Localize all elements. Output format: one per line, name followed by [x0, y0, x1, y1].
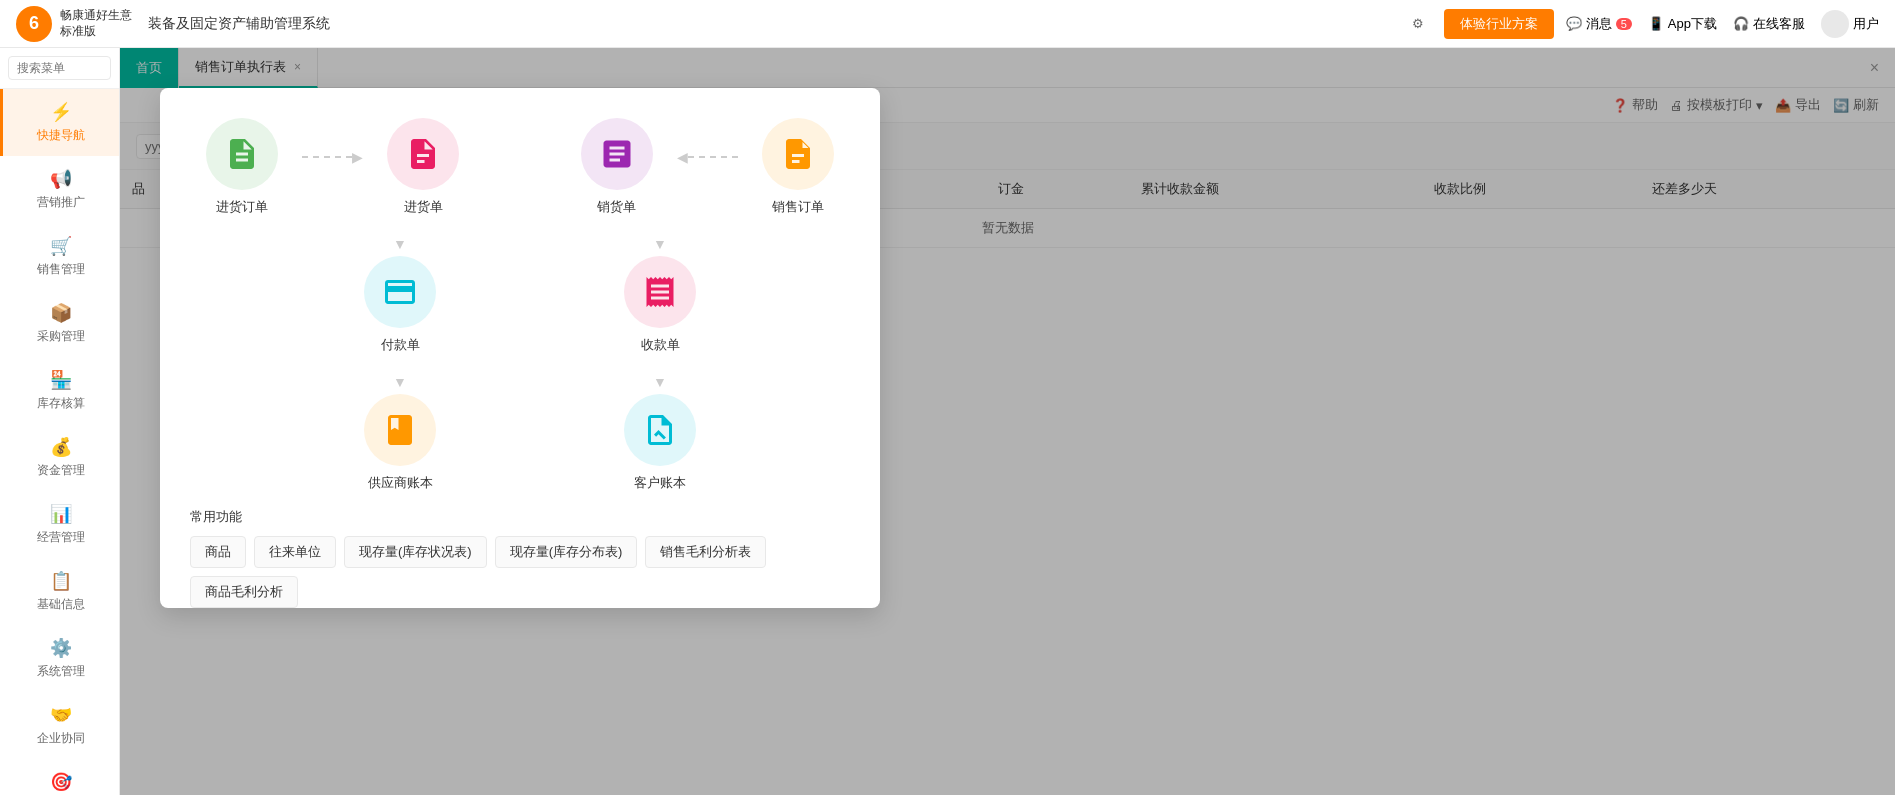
modal: 进货订单 ▶ 进货单: [160, 88, 880, 608]
sales-order-circle: [762, 118, 834, 190]
online-service-button[interactable]: 🎧 在线客服: [1733, 15, 1805, 33]
sidebar-item-label: 快捷导航: [37, 127, 85, 144]
sidebar: ⚡ 快捷导航 📢 营销推广 🛒 销售管理 📦 采购管理 🏪 库存核算 💰: [0, 48, 120, 795]
sidebar-item-operation[interactable]: 📊 经营管理: [0, 491, 119, 558]
receipt-circle: [624, 256, 696, 328]
flow-receipt[interactable]: 收款单: [590, 256, 730, 354]
sidebar-item-label: 营销推广: [37, 194, 85, 211]
flow-diagram: 进货订单 ▶ 进货单: [190, 118, 850, 492]
avatar: [1821, 10, 1849, 38]
flow-purchase-bill[interactable]: 进货单: [371, 118, 475, 216]
sidebar-item-label: 采购管理: [37, 328, 85, 345]
purchase-icon: 📦: [50, 302, 72, 324]
app-download-button[interactable]: 📱 App下载: [1648, 15, 1717, 33]
sidebar-item-label: 销售管理: [37, 261, 85, 278]
sidebar-item-basic[interactable]: 📋 基础信息: [0, 558, 119, 625]
finance-icon: 💰: [50, 436, 72, 458]
common-func-title: 常用功能: [190, 508, 850, 526]
flow-payment[interactable]: 付款单: [330, 256, 470, 354]
sidebar-item-label: 资金管理: [37, 462, 85, 479]
sidebar-item-purchase[interactable]: 📦 采购管理: [0, 290, 119, 357]
sidebar-item-inventory[interactable]: 🏪 库存核算: [0, 357, 119, 424]
flow-sales-order[interactable]: 销售订单: [746, 118, 850, 216]
sales-icon: 🛒: [50, 235, 72, 257]
sidebar-item-sales[interactable]: 🛒 销售管理: [0, 223, 119, 290]
flow-purchase-order[interactable]: 进货订单: [190, 118, 294, 216]
logo-icon: 6: [16, 6, 52, 42]
flow-customer-account[interactable]: 客户账本: [590, 394, 730, 492]
customer-account-circle: [624, 394, 696, 466]
sidebar-item-system[interactable]: ⚙️ 系统管理: [0, 625, 119, 692]
sales-bill-circle: [581, 118, 653, 190]
message-button[interactable]: 💬 消息 5: [1566, 15, 1632, 33]
search-input[interactable]: [8, 56, 111, 80]
flow-supplier-account[interactable]: 供应商账本: [330, 394, 470, 492]
flow-sales-bill[interactable]: 销货单: [565, 118, 669, 216]
func-buttons-row1: 商品 往来单位 现存量(库存状况表) 现存量(库存分布表) 销售毛利分析表 商品…: [190, 536, 850, 608]
content-area: 首页 销售订单执行表 × × ❓ 帮助 🖨 按模板打印: [120, 48, 1895, 795]
guide-icon: 🎯: [50, 771, 72, 793]
sidebar-item-guide[interactable]: 🎯 新手引导: [0, 759, 119, 795]
message-icon: 💬: [1566, 16, 1582, 31]
download-icon: 📱: [1648, 16, 1664, 31]
enterprise-icon: 🤝: [50, 704, 72, 726]
marketing-icon: 📢: [50, 168, 72, 190]
header-actions: 💬 消息 5 📱 App下载 🎧 在线客服 用户: [1566, 10, 1879, 38]
modal-body: 进货订单 ▶ 进货单: [160, 88, 880, 608]
experience-button[interactable]: 体验行业方案: [1444, 9, 1554, 39]
func-btn-stock-status[interactable]: 现存量(库存状况表): [344, 536, 487, 568]
sidebar-item-label: 系统管理: [37, 663, 85, 680]
basic-icon: 📋: [50, 570, 72, 592]
quick-nav-icon: ⚡: [50, 101, 72, 123]
func-btn-product-profit[interactable]: 商品毛利分析: [190, 576, 298, 608]
system-icon: ⚙️: [50, 637, 72, 659]
service-icon: 🎧: [1733, 16, 1749, 31]
search-bar: [0, 48, 119, 89]
modal-overlay[interactable]: 进货订单 ▶ 进货单: [120, 48, 1895, 795]
func-btn-stock-dist[interactable]: 现存量(库存分布表): [495, 536, 638, 568]
purchase-bill-circle: [387, 118, 459, 190]
common-functions: 常用功能 商品 往来单位 现存量(库存状况表) 现存量(库存分布表) 销售毛利分…: [190, 508, 850, 608]
sidebar-item-finance[interactable]: 💰 资金管理: [0, 424, 119, 491]
logo-text: 畅康通好生意 标准版: [60, 8, 132, 39]
func-btn-product[interactable]: 商品: [190, 536, 246, 568]
sidebar-item-label: 企业协同: [37, 730, 85, 747]
gear-icon[interactable]: ⚙: [1404, 10, 1432, 38]
sidebar-item-marketing[interactable]: 📢 营销推广: [0, 156, 119, 223]
inventory-icon: 🏪: [50, 369, 72, 391]
operation-icon: 📊: [50, 503, 72, 525]
sidebar-item-label: 库存核算: [37, 395, 85, 412]
system-title: 装备及固定资产辅助管理系统: [148, 15, 1392, 33]
logo-area: 6 畅康通好生意 标准版: [16, 6, 136, 42]
sidebar-item-label: 经营管理: [37, 529, 85, 546]
func-btn-sales-profit[interactable]: 销售毛利分析表: [645, 536, 766, 568]
purchase-order-circle: [206, 118, 278, 190]
func-btn-counterparty[interactable]: 往来单位: [254, 536, 336, 568]
sidebar-item-quick-nav[interactable]: ⚡ 快捷导航: [0, 89, 119, 156]
sidebar-item-label: 基础信息: [37, 596, 85, 613]
payment-circle: [364, 256, 436, 328]
supplier-account-circle: [364, 394, 436, 466]
user-menu[interactable]: 用户: [1821, 10, 1879, 38]
sidebar-item-enterprise[interactable]: 🤝 企业协同: [0, 692, 119, 759]
message-badge: 5: [1616, 18, 1632, 30]
